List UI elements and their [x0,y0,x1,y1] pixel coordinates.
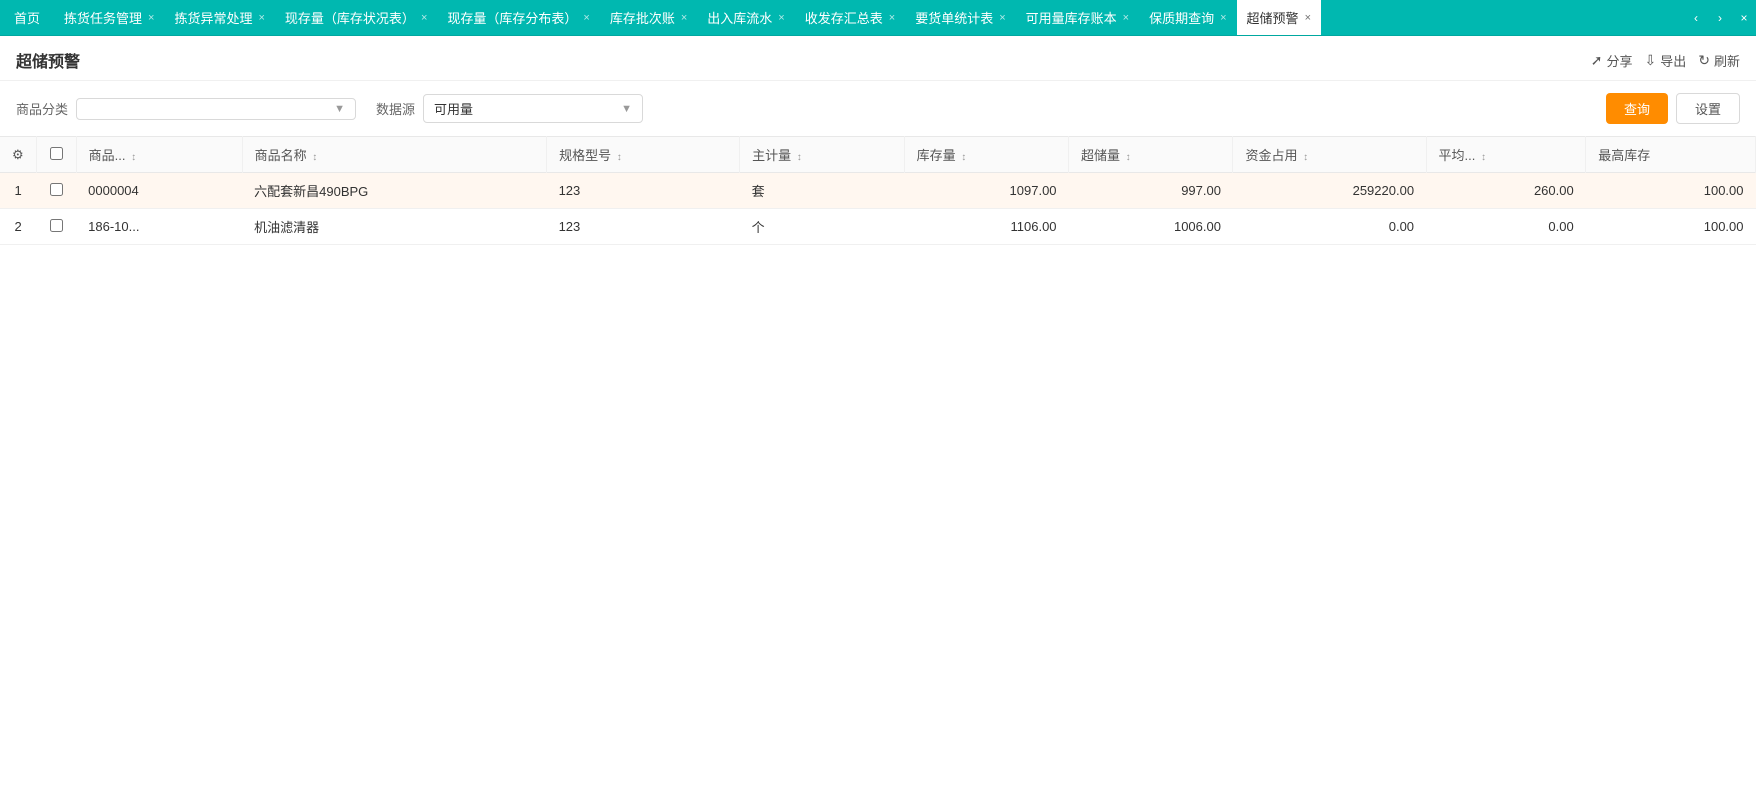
row-max-stock: 100.00 [1586,173,1756,209]
row-capital: 0.00 [1233,209,1426,245]
nav-tab-4[interactable]: 库存批次账 × [600,0,697,35]
share-icon: ➚ [1591,52,1603,69]
refresh-button[interactable]: ↻ 刷新 [1698,51,1740,70]
row-spec: 123 [547,173,740,209]
row-code: 186-10... [76,209,242,245]
table-row: 1 0000004 六配套新昌490BPG 123 套 1097.00 997.… [0,173,1756,209]
refresh-label: 刷新 [1714,51,1740,70]
column-settings-icon[interactable]: ⚙ [0,137,36,173]
row-name: 六配套新昌490BPG [242,173,546,209]
top-navigation: 首页 拣货任务管理 ×拣货异常处理 ×现存量（库存状况表） ×现存量（库存分布表… [0,0,1756,36]
th-name[interactable]: 商品名称 ↕ [242,137,546,173]
category-label: 商品分类 [16,99,68,118]
th-spec[interactable]: 规格型号 ↕ [547,137,740,173]
query-button[interactable]: 查询 [1606,93,1668,124]
data-table: ⚙ 商品... ↕ 商品名称 ↕ 规格型号 ↕ 主计量 ↕ 库存量 ↕ 超储量 … [0,136,1756,245]
row-checkbox-cell[interactable] [36,209,76,245]
th-code[interactable]: 商品... ↕ [76,137,242,173]
settings-button[interactable]: 设置 [1676,93,1740,124]
tab-close-icon-1[interactable]: × [258,12,264,24]
nav-arrows: ‹ › × [1684,0,1756,35]
tab-close-icon-9[interactable]: × [1220,12,1226,24]
datasource-chevron-icon: ▼ [621,103,632,115]
th-overstock[interactable]: 超储量 ↕ [1069,137,1233,173]
page-header: 超储预警 ➚ 分享 ⇩ 导出 ↻ 刷新 [0,36,1756,81]
category-select[interactable]: ▼ [76,98,356,120]
share-button[interactable]: ➚ 分享 [1591,51,1633,70]
row-avg: 0.00 [1426,209,1586,245]
select-all-checkbox[interactable] [50,147,63,160]
row-overstock: 1006.00 [1069,209,1233,245]
tab-close-icon-2[interactable]: × [421,12,427,24]
tab-close-icon-10[interactable]: × [1305,12,1311,24]
tab-close-icon-4[interactable]: × [681,12,687,24]
th-unit[interactable]: 主计量 ↕ [740,137,904,173]
nav-next-button[interactable]: › [1708,0,1732,35]
row-stock: 1097.00 [904,173,1068,209]
datasource-filter: 数据源 可用量 ▼ [376,94,643,123]
row-checkbox-0[interactable] [50,183,63,196]
nav-tab-5[interactable]: 出入库流水 × [697,0,794,35]
row-overstock: 997.00 [1069,173,1233,209]
row-stock: 1106.00 [904,209,1068,245]
row-unit: 个 [740,209,904,245]
datasource-value: 可用量 [434,99,473,118]
nav-tab-9[interactable]: 保质期查询 × [1139,0,1236,35]
row-index: 2 [0,209,36,245]
header-actions: ➚ 分享 ⇩ 导出 ↻ 刷新 [1591,51,1740,70]
table-header-row: ⚙ 商品... ↕ 商品名称 ↕ 规格型号 ↕ 主计量 ↕ 库存量 ↕ 超储量 … [0,137,1756,173]
nav-close-button[interactable]: × [1732,0,1756,35]
export-button[interactable]: ⇩ 导出 [1645,51,1687,70]
nav-tab-2[interactable]: 现存量（库存状况表） × [275,0,437,35]
tab-close-icon-7[interactable]: × [999,12,1005,24]
nav-tab-8[interactable]: 可用量库存账本 × [1016,0,1139,35]
nav-tab-1[interactable]: 拣货异常处理 × [164,0,274,35]
refresh-icon: ↻ [1698,52,1710,69]
tab-close-icon-0[interactable]: × [148,12,154,24]
tab-close-icon-8[interactable]: × [1123,12,1129,24]
row-spec: 123 [547,209,740,245]
row-capital: 259220.00 [1233,173,1426,209]
row-index: 1 [0,173,36,209]
row-checkbox-1[interactable] [50,219,63,232]
table-row: 2 186-10... 机油滤清器 123 个 1106.00 1006.00 … [0,209,1756,245]
nav-tab-3[interactable]: 现存量（库存分布表） × [437,0,599,35]
filter-bar: 商品分类 ▼ 数据源 可用量 ▼ 查询 设置 [0,81,1756,136]
filter-actions: 查询 设置 [1606,93,1740,124]
th-stock[interactable]: 库存量 ↕ [904,137,1068,173]
category-chevron-icon: ▼ [334,103,345,115]
nav-tab-10[interactable]: 超储预警 × [1237,0,1321,35]
row-avg: 260.00 [1426,173,1586,209]
nav-tab-6[interactable]: 收发存汇总表 × [795,0,905,35]
th-avg[interactable]: 平均... ↕ [1426,137,1586,173]
home-tab[interactable]: 首页 [0,0,54,35]
nav-prev-button[interactable]: ‹ [1684,0,1708,35]
th-capital[interactable]: 资金占用 ↕ [1233,137,1426,173]
row-checkbox-cell[interactable] [36,173,76,209]
tab-close-icon-6[interactable]: × [889,12,895,24]
row-name: 机油滤清器 [242,209,546,245]
row-max-stock: 100.00 [1586,209,1756,245]
datasource-label: 数据源 [376,99,415,118]
share-label: 分享 [1606,51,1632,70]
tab-close-icon-3[interactable]: × [583,12,589,24]
export-icon: ⇩ [1645,52,1657,69]
th-checkbox[interactable] [36,137,76,173]
page-container: 超储预警 ➚ 分享 ⇩ 导出 ↻ 刷新 商品分类 ▼ 数据源 [0,36,1756,800]
tab-close-icon-5[interactable]: × [778,12,784,24]
table-container: ⚙ 商品... ↕ 商品名称 ↕ 规格型号 ↕ 主计量 ↕ 库存量 ↕ 超储量 … [0,136,1756,245]
nav-tab-0[interactable]: 拣货任务管理 × [54,0,164,35]
row-code: 0000004 [76,173,242,209]
page-title: 超储预警 [16,48,80,72]
datasource-select[interactable]: 可用量 ▼ [423,94,643,123]
category-filter: 商品分类 ▼ [16,98,356,120]
th-max-stock: 最高库存 [1586,137,1756,173]
export-label: 导出 [1660,51,1686,70]
row-unit: 套 [740,173,904,209]
nav-tab-7[interactable]: 要货单统计表 × [905,0,1015,35]
